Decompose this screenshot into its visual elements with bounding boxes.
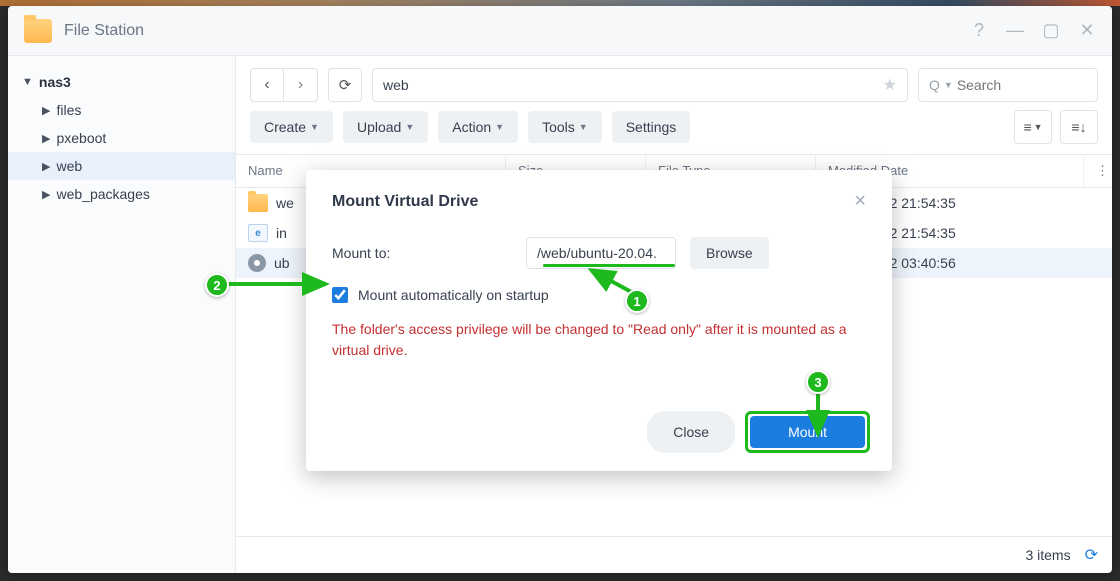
caret-down-icon: ▼ <box>944 80 953 90</box>
caret-down-icon: ▼ <box>495 122 504 132</box>
annotation-arrow-3 <box>808 392 828 444</box>
sidebar-item-web-packages[interactable]: ▶ web_packages <box>8 180 235 208</box>
minimize-icon[interactable]: — <box>1006 20 1024 41</box>
caret-right-icon: ▶ <box>42 188 50 201</box>
close-window-icon[interactable]: ✕ <box>1078 20 1096 41</box>
tree-root[interactable]: ▼ nas3 <box>8 68 235 96</box>
caret-down-icon: ▼ <box>579 122 588 132</box>
sidebar: ▼ nas3 ▶ files ▶ pxeboot ▶ web ▶ web_pac… <box>8 56 236 573</box>
annotation-badge-3: 3 <box>806 370 830 394</box>
caret-down-icon: ▼ <box>405 122 414 132</box>
app-folder-icon <box>24 19 52 43</box>
sort-button[interactable]: ≡↓ <box>1060 110 1098 144</box>
action-button[interactable]: Action▼ <box>438 111 518 143</box>
title-bar: File Station ? — ▢ ✕ <box>8 6 1112 56</box>
path-input[interactable]: web ★ <box>372 68 908 102</box>
sidebar-item-pxeboot[interactable]: ▶ pxeboot <box>8 124 235 152</box>
search-icon: Q <box>929 77 940 93</box>
reload-icon[interactable]: ⟳ <box>1085 545 1098 565</box>
caret-down-icon: ▼ <box>310 122 319 132</box>
item-count: 3 items <box>1025 547 1070 563</box>
sidebar-item-files[interactable]: ▶ files <box>8 96 235 124</box>
caret-right-icon: ▶ <box>42 104 50 117</box>
auto-mount-label: Mount automatically on startup <box>358 287 549 303</box>
sidebar-item-web[interactable]: ▶ web <box>8 152 235 180</box>
help-icon[interactable]: ? <box>970 20 988 41</box>
refresh-button[interactable]: ⟳ <box>328 68 362 102</box>
search-input[interactable] <box>957 77 1112 93</box>
star-icon[interactable]: ★ <box>883 75 897 95</box>
close-button[interactable]: Close <box>647 411 735 453</box>
col-more-icon[interactable]: ⋮ <box>1084 155 1112 187</box>
settings-button[interactable]: Settings <box>612 111 691 143</box>
path-bar: ‹ › ⟳ web ★ Q▼ <box>236 56 1112 110</box>
caret-down-icon: ▼ <box>22 76 33 88</box>
create-button[interactable]: Create▼ <box>250 111 333 143</box>
status-bar: 3 items ⟳ <box>236 536 1112 573</box>
mount-virtual-drive-dialog: Mount Virtual Drive × Mount to: Browse M… <box>306 170 892 471</box>
annotation-badge-2: 2 <box>205 273 229 297</box>
nav-back-button[interactable]: ‹ <box>250 68 284 102</box>
browse-button[interactable]: Browse <box>690 237 769 269</box>
search-box[interactable]: Q▼ <box>918 68 1098 102</box>
disc-image-icon <box>248 254 266 272</box>
path-text: web <box>383 77 409 93</box>
close-icon[interactable]: × <box>854 190 866 213</box>
root-label: nas3 <box>39 74 71 90</box>
nav-forward-button[interactable]: › <box>284 68 318 102</box>
maximize-icon[interactable]: ▢ <box>1042 20 1060 41</box>
tools-button[interactable]: Tools▼ <box>528 111 602 143</box>
annotation-arrow-2 <box>228 274 338 294</box>
readonly-note: The folder's access privilege will be ch… <box>332 319 866 361</box>
html-file-icon: e <box>248 224 268 242</box>
annotation-badge-1: 1 <box>625 289 649 313</box>
folder-icon <box>248 194 268 212</box>
view-list-button[interactable]: ≡ ▼ <box>1014 110 1052 144</box>
mount-to-label: Mount to: <box>332 245 512 261</box>
upload-button[interactable]: Upload▼ <box>343 111 428 143</box>
app-title: File Station <box>64 22 144 40</box>
dialog-title: Mount Virtual Drive <box>332 193 478 211</box>
toolbar: Create▼ Upload▼ Action▼ Tools▼ Settings … <box>236 110 1112 154</box>
caret-right-icon: ▶ <box>42 160 50 173</box>
caret-right-icon: ▶ <box>42 132 50 145</box>
